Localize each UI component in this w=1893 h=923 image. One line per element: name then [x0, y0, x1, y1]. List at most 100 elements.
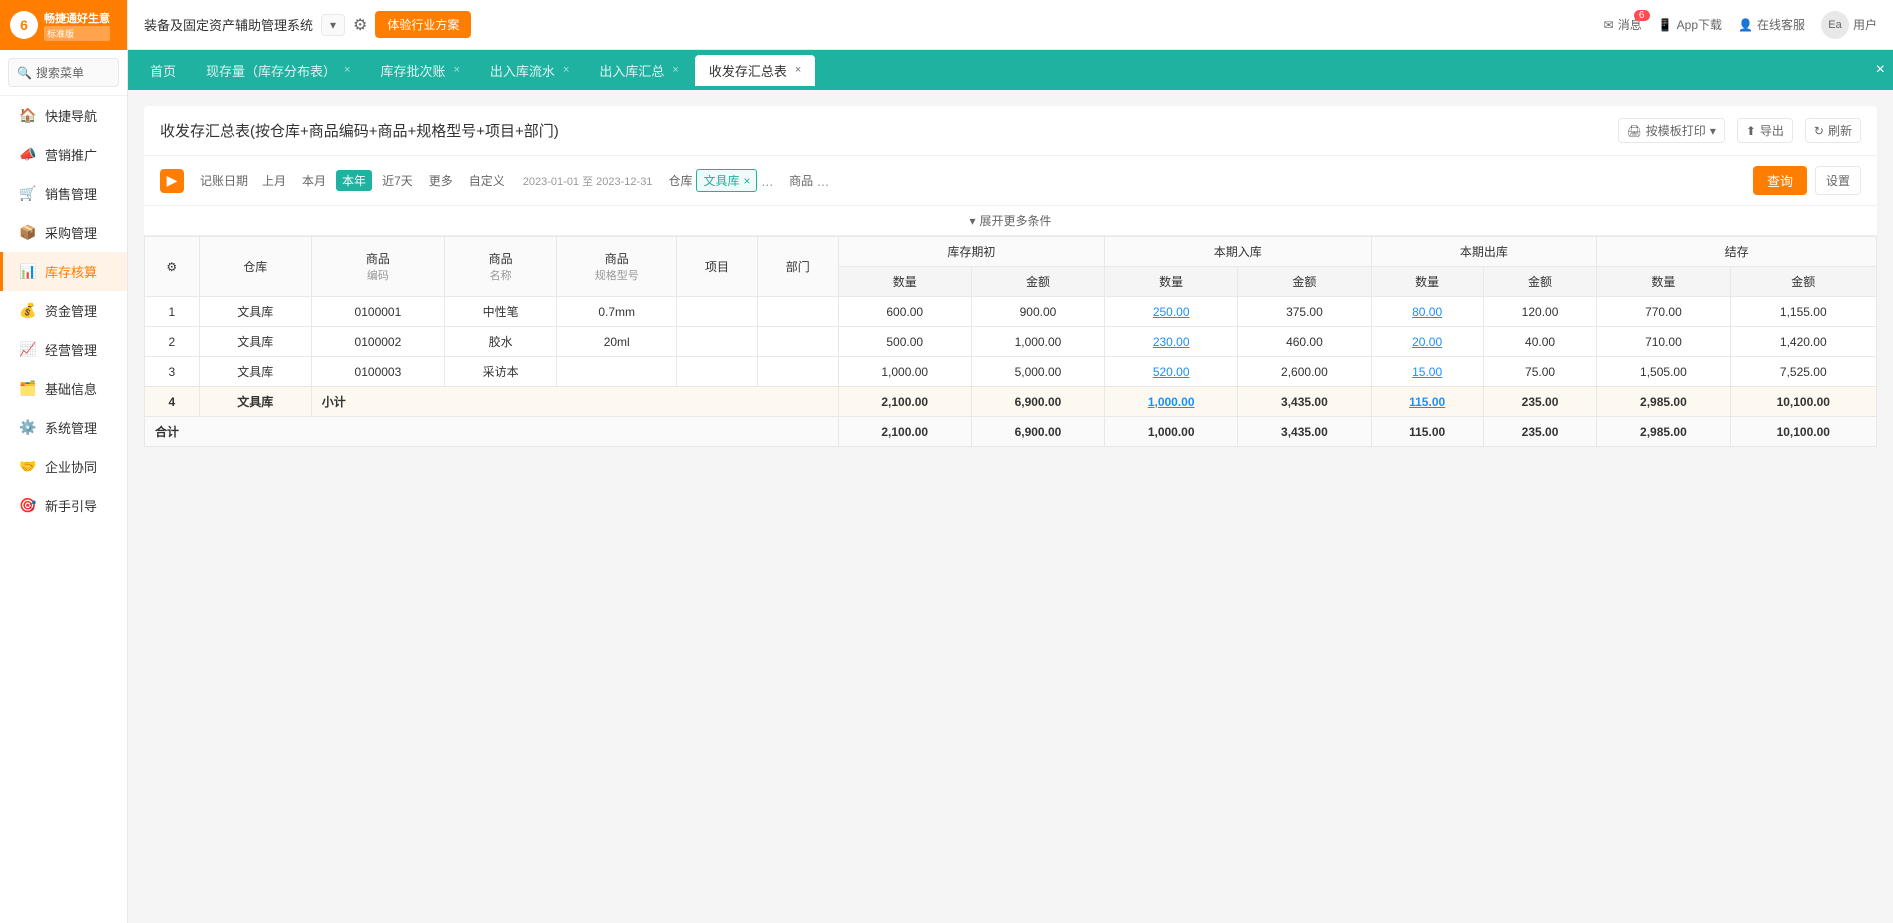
row-in-amt: 2,600.00 — [1238, 357, 1371, 387]
sidebar-item-label: 经营管理 — [45, 340, 97, 359]
goods-more-button[interactable]: ... — [817, 173, 829, 189]
warehouse-remove-button[interactable]: × — [743, 174, 750, 188]
total-out-qty: 115.00 — [1371, 417, 1483, 447]
export-button[interactable]: ⬆ 导出 — [1737, 118, 1793, 143]
row-project — [677, 357, 758, 387]
sidebar-item-purchase[interactable]: 📦 采购管理 — [0, 213, 127, 252]
sidebar-item-system[interactable]: ⚙️ 系统管理 — [0, 408, 127, 447]
subtotal-open-amt: 6,900.00 — [971, 387, 1104, 417]
total-row: 合计 2,100.00 6,900.00 1,000.00 3,435.00 1… — [145, 417, 1877, 447]
warehouse-more-button[interactable]: ... — [761, 173, 773, 189]
row-out-qty[interactable]: 15.00 — [1371, 357, 1483, 387]
trial-button[interactable]: 体验行业方案 — [375, 11, 471, 38]
tab-inventory-dist[interactable]: 现存量（库存分布表） × — [192, 55, 364, 86]
col-dept-header: 部门 — [757, 237, 838, 297]
message-icon: ✉ — [1604, 18, 1614, 32]
sidebar-item-finance[interactable]: 💰 资金管理 — [0, 291, 127, 330]
data-table: ⚙ 仓库 商品 编码 商品 名称 商品 规格型号 — [144, 236, 1877, 447]
tab-home[interactable]: 首页 — [136, 55, 190, 86]
expand-conditions-button[interactable]: ▾ 展开更多条件 — [969, 212, 1051, 229]
tab-close-icon[interactable]: × — [344, 64, 350, 76]
row-in-qty[interactable]: 250.00 — [1105, 297, 1238, 327]
system-name: 装备及固定资产辅助管理系统 — [144, 15, 313, 34]
print-button[interactable]: 🖨 按模板打印 ▾ — [1618, 118, 1725, 143]
online-service-button[interactable]: 👤 在线客服 — [1738, 16, 1805, 33]
system-selector[interactable]: ▾ — [321, 14, 345, 36]
filter-toggle-button[interactable]: ▶ — [160, 169, 184, 193]
sidebar-item-operation[interactable]: 📈 经营管理 — [0, 330, 127, 369]
date-btn-prev-month[interactable]: 上月 — [256, 170, 292, 191]
sidebar-item-basic[interactable]: 🗂️ 基础信息 — [0, 369, 127, 408]
date-btn-custom[interactable]: 自定义 — [463, 170, 511, 191]
tab-close-icon[interactable]: × — [453, 64, 459, 76]
refresh-button[interactable]: ↻ 刷新 — [1805, 118, 1861, 143]
subtotal-in-qty[interactable]: 1,000.00 — [1105, 387, 1238, 417]
query-button[interactable]: 查询 — [1753, 166, 1807, 195]
col-closing-header: 结存 — [1597, 237, 1877, 267]
row-no: 1 — [145, 297, 200, 327]
sidebar-item-collab[interactable]: 🤝 企业协同 — [0, 447, 127, 486]
tab-batch[interactable]: 库存批次账 × — [366, 55, 473, 86]
message-button[interactable]: ✉ 消息 6 — [1604, 16, 1642, 33]
col-opening-qty: 数量 — [838, 267, 971, 297]
settings-button[interactable]: 设置 — [1815, 166, 1861, 195]
col-opening-amt: 金额 — [971, 267, 1104, 297]
table-row: 3 文具库 0100003 采访本 1,000.00 5,000.00 520.… — [145, 357, 1877, 387]
table-row: 1 文具库 0100001 中性笔 0.7mm 600.00 900.00 25… — [145, 297, 1877, 327]
tab-close-icon[interactable]: × — [672, 64, 678, 76]
date-btn-more[interactable]: 更多 — [423, 170, 459, 191]
warehouse-label: 仓库 — [668, 172, 692, 189]
row-in-qty[interactable]: 230.00 — [1105, 327, 1238, 357]
tab-flow[interactable]: 出入库流水 × — [476, 55, 583, 86]
close-all-tabs-button[interactable]: × — [1876, 61, 1885, 79]
col-spec-header: 商品 规格型号 — [557, 237, 677, 297]
sidebar-item-label: 营销推广 — [45, 145, 97, 164]
row-open-amt: 5,000.00 — [971, 357, 1104, 387]
row-name: 胶水 — [445, 327, 557, 357]
date-btn-this-year[interactable]: 本年 — [336, 170, 372, 191]
sidebar-item-quick[interactable]: 🏠 快捷导航 — [0, 96, 127, 135]
goods-label: 商品 — [789, 172, 813, 189]
tab-close-icon[interactable]: × — [795, 64, 801, 76]
row-spec — [557, 357, 677, 387]
total-label: 合计 — [145, 417, 839, 447]
settings-icon[interactable]: ⚙ — [353, 15, 367, 35]
sidebar-item-inventory[interactable]: 📊 库存核算 — [0, 252, 127, 291]
subtotal-out-qty[interactable]: 115.00 — [1371, 387, 1483, 417]
tab-receive-send[interactable]: 收发存汇总表 × — [695, 55, 815, 86]
sidebar-item-label: 库存核算 — [45, 262, 97, 281]
page-actions: 🖨 按模板打印 ▾ ⬆ 导出 ↻ 刷新 — [1618, 118, 1861, 143]
sidebar-item-sales[interactable]: 🛒 销售管理 — [0, 174, 127, 213]
sidebar-item-label: 采购管理 — [45, 223, 97, 242]
app-download-button[interactable]: 📱 App下载 — [1658, 16, 1722, 33]
tab-summary[interactable]: 出入库汇总 × — [585, 55, 692, 86]
row-out-qty[interactable]: 80.00 — [1371, 297, 1483, 327]
search-menu-button[interactable]: 🔍 搜索菜单 — [8, 58, 119, 87]
date-btn-7days[interactable]: 近7天 — [376, 170, 419, 191]
row-in-qty[interactable]: 520.00 — [1105, 357, 1238, 387]
col-out-qty: 数量 — [1371, 267, 1483, 297]
search-icon: 🔍 — [17, 66, 32, 80]
subtotal-warehouse: 文具库 — [199, 387, 311, 417]
tab-close-icon[interactable]: × — [563, 64, 569, 76]
row-close-amt: 7,525.00 — [1730, 357, 1876, 387]
row-dept — [757, 297, 838, 327]
sidebar-item-label: 资金管理 — [45, 301, 97, 320]
col-in-qty: 数量 — [1105, 267, 1238, 297]
col-closing-amt: 金额 — [1730, 267, 1876, 297]
subtotal-out-amt: 235.00 — [1483, 387, 1597, 417]
page-header: 收发存汇总表(按仓库+商品编码+商品+规格型号+项目+部门) 🖨 按模板打印 ▾… — [144, 106, 1877, 156]
sidebar-item-guide[interactable]: 🎯 新手引导 — [0, 486, 127, 525]
total-open-qty: 2,100.00 — [838, 417, 971, 447]
sidebar-item-marketing[interactable]: 📣 营销推广 — [0, 135, 127, 174]
user-area[interactable]: Ea 用户 — [1821, 11, 1877, 39]
date-btn-this-month[interactable]: 本月 — [296, 170, 332, 191]
phone-icon: 📱 — [1658, 18, 1673, 32]
app-download-label: App下载 — [1677, 16, 1722, 33]
avatar: Ea — [1821, 11, 1849, 39]
total-open-amt: 6,900.00 — [971, 417, 1104, 447]
col-settings-header[interactable]: ⚙ — [145, 237, 200, 297]
row-name: 中性笔 — [445, 297, 557, 327]
collab-icon: 🤝 — [19, 458, 37, 475]
row-out-qty[interactable]: 20.00 — [1371, 327, 1483, 357]
